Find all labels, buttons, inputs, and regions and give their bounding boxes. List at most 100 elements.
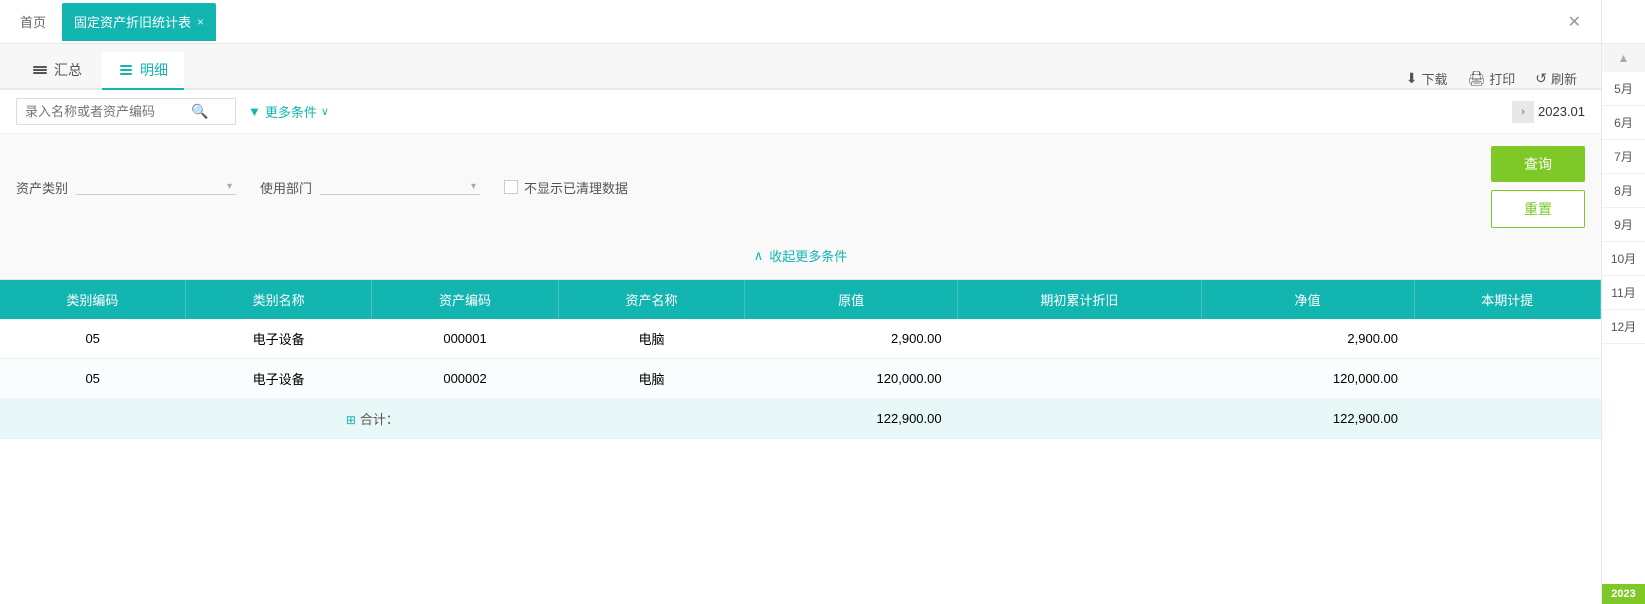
active-nav-tab[interactable]: 固定资产折旧统计表 ×: [62, 3, 216, 41]
cell-original-value: 120,000.00: [745, 359, 958, 399]
asset-category-arrow: ▾: [227, 181, 232, 192]
cell-asset-name: 电脑: [558, 359, 744, 399]
hide-cleared-checkbox-wrap[interactable]: 不显示已清理数据: [504, 178, 628, 197]
search-bar: 🔍 ▼ 更多条件 ∨ › 2023.01: [0, 90, 1601, 134]
refresh-button[interactable]: ↺ 刷新: [1535, 69, 1577, 88]
download-icon: ⬇: [1406, 70, 1418, 87]
collapse-conditions-toggle[interactable]: ∧ 收起更多条件: [16, 240, 1585, 267]
window-close-button[interactable]: ✕: [1560, 8, 1589, 36]
refresh-icon: ↺: [1535, 70, 1547, 87]
asset-category-select[interactable]: ▾: [76, 179, 236, 195]
more-conditions-toggle[interactable]: ▼ 更多条件 ∨: [248, 102, 329, 121]
month-item[interactable]: 9月: [1602, 208, 1645, 242]
month-item[interactable]: 10月: [1602, 242, 1645, 276]
department-arrow: ▾: [471, 181, 476, 192]
cell-accumulated-dep: [958, 359, 1201, 399]
query-button[interactable]: 查询: [1491, 146, 1585, 182]
print-icon: 🖨: [1467, 70, 1485, 87]
tab-detail[interactable]: 明细: [102, 52, 184, 90]
filter-row-1: 资产类别 ▾ 使用部门 ▾ 不显示已清理数据 查询 重置: [16, 146, 1585, 228]
reset-button[interactable]: 重置: [1491, 190, 1585, 228]
sidebar-top-spacer: [1602, 0, 1645, 44]
cell-category-name: 电子设备: [185, 319, 371, 359]
hide-cleared-checkbox[interactable]: [504, 180, 518, 194]
cell-net-value: 120,000.00: [1201, 359, 1414, 399]
cell-asset-code: 000002: [372, 359, 558, 399]
sidebar-scroll-up[interactable]: ▲: [1602, 44, 1645, 72]
data-table-wrap: 类别编码 类别名称 资产编码 资产名称 原值 期初累计折旧 净值 本期计提 05…: [0, 280, 1601, 604]
col-header-category-code: 类别编码: [0, 280, 185, 319]
print-button[interactable]: 🖨 打印: [1467, 69, 1515, 88]
table-header-row: 类别编码 类别名称 资产编码 资产名称 原值 期初累计折旧 净值 本期计提: [0, 280, 1601, 319]
cell-asset-code: 000001: [372, 319, 558, 359]
tab-summary-label: 汇总: [54, 60, 82, 80]
search-input[interactable]: [25, 104, 185, 119]
col-header-original-value: 原值: [745, 280, 958, 319]
total-current-dep: [1414, 399, 1601, 439]
cell-original-value: 2,900.00: [745, 319, 958, 359]
more-conditions-label: 更多条件: [265, 102, 317, 121]
asset-category-label: 资产类别: [16, 178, 68, 197]
tab-detail-label: 明细: [140, 60, 168, 80]
date-nav-arrow[interactable]: ›: [1512, 101, 1534, 123]
date-display: 2023.01: [1538, 104, 1585, 119]
total-original-value: 122,900.00: [745, 399, 958, 439]
date-nav: › 2023.01: [1512, 101, 1585, 123]
tab-bar: 汇总 明细 ⬇ 下载 🖨 打印 ↺ 刷新: [0, 44, 1601, 90]
total-net-value: 122,900.00: [1201, 399, 1414, 439]
collapse-up-icon: ∧: [754, 248, 764, 264]
print-label: 打印: [1489, 69, 1515, 88]
table-row: 05 电子设备 000001 电脑 2,900.00 2,900.00: [0, 319, 1601, 359]
department-select[interactable]: ▾: [320, 179, 480, 195]
tab-summary[interactable]: 汇总: [16, 52, 98, 90]
col-header-current-dep: 本期计提: [1414, 280, 1601, 319]
month-item[interactable]: 8月: [1602, 174, 1645, 208]
total-accumulated-dep: [958, 399, 1201, 439]
layers-icon: [32, 62, 48, 78]
collapse-label: 收起更多条件: [769, 246, 847, 265]
data-table: 类别编码 类别名称 资产编码 资产名称 原值 期初累计折旧 净值 本期计提 05…: [0, 280, 1601, 439]
filter-actions: 查询 重置: [1491, 146, 1585, 228]
search-input-wrap[interactable]: 🔍: [16, 98, 236, 125]
month-item[interactable]: 6月: [1602, 106, 1645, 140]
year-badge: 2023: [1602, 584, 1645, 604]
list-icon: [118, 62, 134, 78]
filter-icon: ▼: [248, 104, 261, 119]
cell-net-value: 2,900.00: [1201, 319, 1414, 359]
home-nav-item[interactable]: 首页: [12, 12, 54, 31]
refresh-label: 刷新: [1551, 69, 1577, 88]
total-row: ⊞合计： 122,900.00 122,900.00: [0, 399, 1601, 439]
download-button[interactable]: ⬇ 下载: [1406, 69, 1448, 88]
cell-category-code: 05: [0, 319, 185, 359]
top-nav: 首页 固定资产折旧统计表 × ✕: [0, 0, 1601, 44]
cell-category-code: 05: [0, 359, 185, 399]
col-header-net-value: 净值: [1201, 280, 1414, 319]
table-row: 05 电子设备 000002 电脑 120,000.00 120,000.00: [0, 359, 1601, 399]
asset-category-field: 资产类别 ▾: [16, 178, 236, 197]
filter-area: 资产类别 ▾ 使用部门 ▾ 不显示已清理数据 查询 重置: [0, 134, 1601, 280]
cell-current-dep: [1414, 359, 1601, 399]
cell-accumulated-dep: [958, 319, 1201, 359]
month-item[interactable]: 5月: [1602, 72, 1645, 106]
department-label: 使用部门: [260, 178, 312, 197]
search-icon: 🔍: [191, 103, 208, 120]
download-label: 下载: [1421, 69, 1447, 88]
month-item[interactable]: 12月: [1602, 310, 1645, 344]
chevron-down-icon: ∨: [321, 105, 329, 118]
month-list: 5月6月7月8月9月10月11月12月: [1602, 72, 1645, 584]
right-sidebar: ▲ 5月6月7月8月9月10月11月12月 2023: [1601, 0, 1645, 604]
cell-category-name: 电子设备: [185, 359, 371, 399]
col-header-accumulated-dep: 期初累计折旧: [958, 280, 1201, 319]
hide-cleared-label: 不显示已清理数据: [524, 178, 628, 197]
month-item[interactable]: 11月: [1602, 276, 1645, 310]
cell-asset-name: 电脑: [558, 319, 744, 359]
col-header-asset-name: 资产名称: [558, 280, 744, 319]
department-field: 使用部门 ▾: [260, 178, 480, 197]
cell-current-dep: [1414, 319, 1601, 359]
nav-tab-label: 固定资产折旧统计表: [74, 12, 191, 31]
nav-tab-close-icon[interactable]: ×: [197, 15, 204, 29]
col-header-asset-code: 资产编码: [372, 280, 558, 319]
col-header-category-name: 类别名称: [185, 280, 371, 319]
total-label-cell: ⊞合计：: [0, 399, 745, 439]
month-item[interactable]: 7月: [1602, 140, 1645, 174]
